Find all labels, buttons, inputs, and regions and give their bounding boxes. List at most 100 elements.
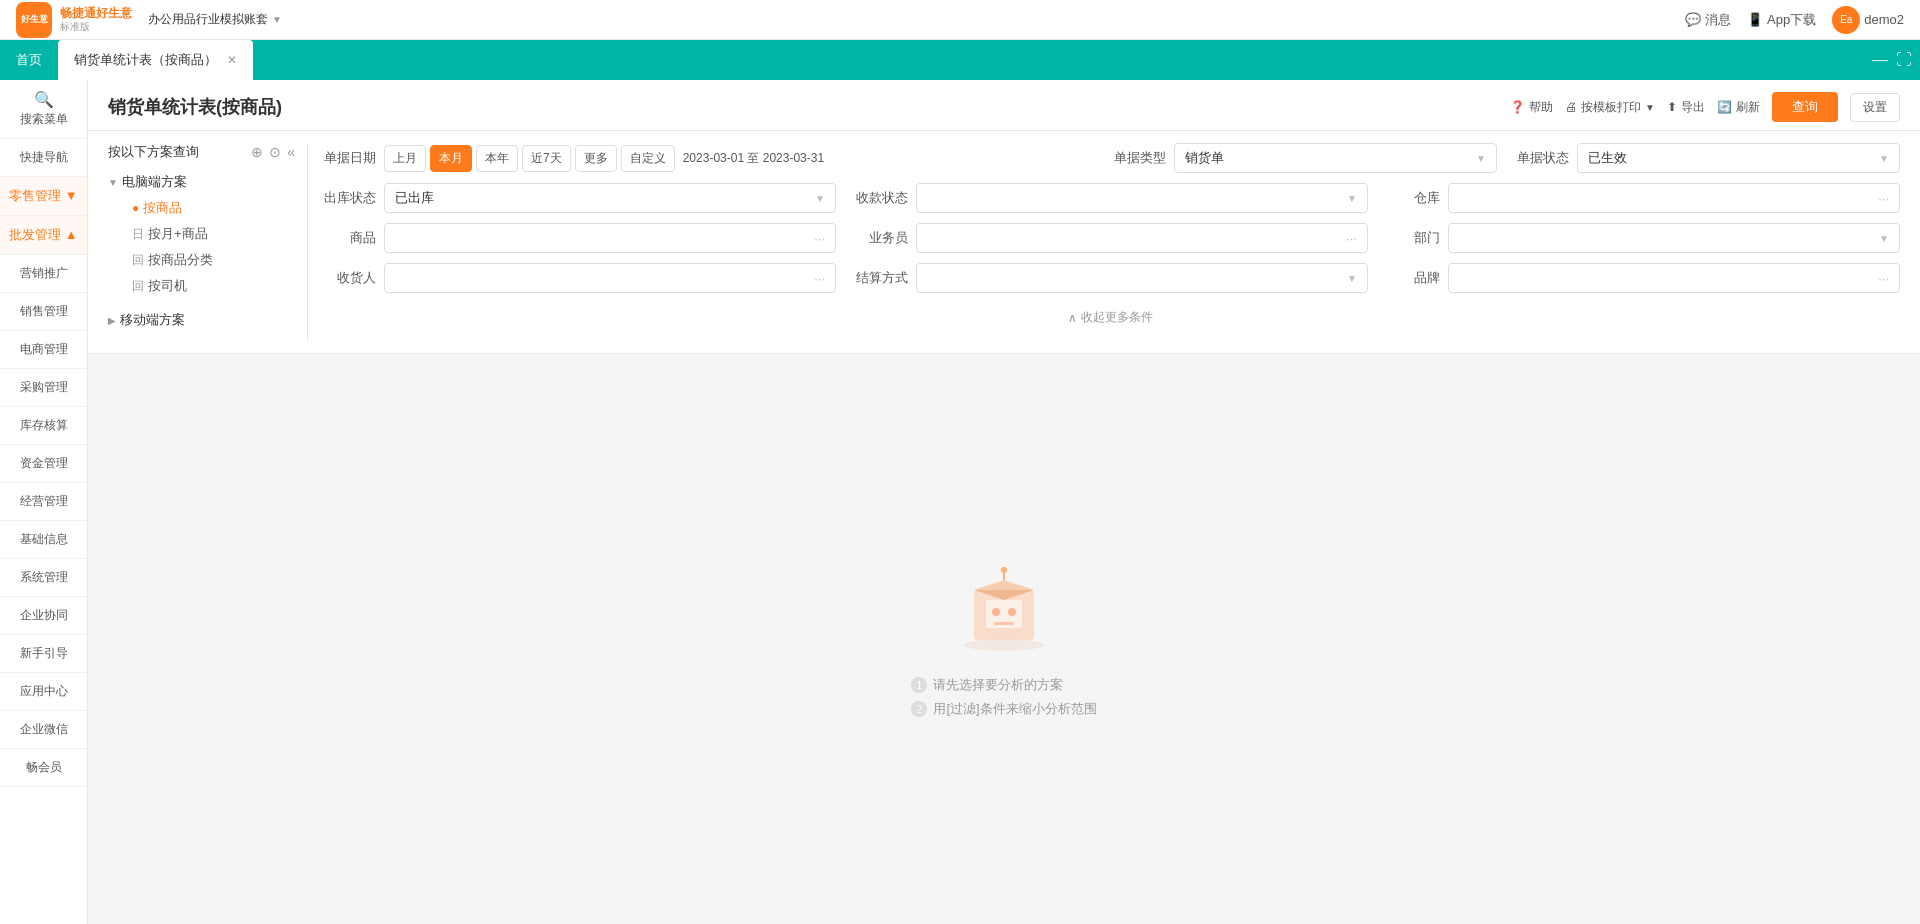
tab-sales-report[interactable]: 销货单统计表（按商品） ✕ xyxy=(58,40,253,80)
empty-state: 1 请先选择要分析的方案 2 用[过滤]条件来缩小分析范围 xyxy=(911,560,1096,718)
filter-settlement-input[interactable]: ▼ xyxy=(916,263,1368,293)
filter-department-input[interactable]: ▼ xyxy=(1448,223,1900,253)
tab-close-icon[interactable]: ✕ xyxy=(227,53,237,67)
scheme-item-by-month-product[interactable]: 日 按月+商品 xyxy=(108,221,295,247)
sidebar-item-search[interactable]: 🔍 搜索菜单 xyxy=(0,80,87,139)
date-btn-this-month[interactable]: 本月 xyxy=(430,145,472,172)
sidebar-item-basics[interactable]: 基础信息 xyxy=(0,521,87,559)
chevron-down-icon: ▼ xyxy=(1476,153,1486,164)
refresh-btn[interactable]: 🔄 刷新 xyxy=(1717,99,1760,116)
app-download-btn[interactable]: 📱 App下载 xyxy=(1747,11,1816,29)
scheme-pc-header[interactable]: ▼ 电脑端方案 xyxy=(108,169,295,195)
filter-item-out-status: 出库状态 已出库 ▼ xyxy=(320,183,836,213)
tab-minimize-icon[interactable]: — xyxy=(1872,51,1888,69)
scheme-item-by-product[interactable]: ● 按商品 xyxy=(108,195,295,221)
sidebar-item-member[interactable]: 畅会员 xyxy=(0,749,87,787)
sidebar-item-wholesale[interactable]: 批发管理 ▲ xyxy=(0,216,87,255)
template-print-btn[interactable]: 🖨 按模板打印 ▼ xyxy=(1565,99,1655,116)
filter-payment-status-input[interactable]: ▼ xyxy=(916,183,1368,213)
filter-item-salesperson: 业务员 ··· xyxy=(852,223,1368,253)
filter-recipient-input[interactable]: ··· xyxy=(384,263,836,293)
filter-doc-type-input[interactable]: 销货单 ▼ xyxy=(1174,143,1497,173)
sidebar-item-sales-mgmt[interactable]: 销售管理 xyxy=(0,293,87,331)
chevron-down-icon3: ▼ xyxy=(815,193,825,204)
filter-row-2: 出库状态 已出库 ▼ 收款状态 ▼ xyxy=(320,183,1900,213)
chevron-down-icon: ▼ xyxy=(1645,102,1655,113)
scheme-collapse-icon[interactable]: « xyxy=(287,144,295,160)
svg-rect-5 xyxy=(994,622,1014,625)
dots-icon2: ··· xyxy=(814,231,825,246)
sidebar: 🔍 搜索菜单 快捷导航 零售管理 ▼ 批发管理 ▲ 营销推广 销售管理 电商管理… xyxy=(0,80,88,924)
filter-doc-status-input[interactable]: 已生效 ▼ xyxy=(1577,143,1900,173)
page-actions: ❓ 帮助 🖨 按模板打印 ▼ ⬆ 导出 🔄 刷新 查询 设置 xyxy=(1510,92,1900,122)
date-btn-this-year[interactable]: 本年 xyxy=(476,145,518,172)
arrow-right-icon: ▶ xyxy=(108,315,116,326)
filter-out-status-input[interactable]: 已出库 ▼ xyxy=(384,183,836,213)
export-btn[interactable]: ⬆ 导出 xyxy=(1667,99,1705,116)
sidebar-item-quick-nav[interactable]: 快捷导航 xyxy=(0,139,87,177)
filter-collapse-btn[interactable]: ∧ 收起更多条件 xyxy=(320,303,1900,332)
help-icon: ❓ xyxy=(1510,100,1525,114)
sidebar-item-app-center[interactable]: 应用中心 xyxy=(0,673,87,711)
filter-item-payment-status: 收款状态 ▼ xyxy=(852,183,1368,213)
help-btn[interactable]: ❓ 帮助 xyxy=(1510,99,1553,116)
app-logo: 好生意 xyxy=(16,2,52,38)
tab-bar-actions: — ⛶ xyxy=(1872,51,1920,69)
tab-bar: 首页 销货单统计表（按商品） ✕ — ⛶ xyxy=(0,40,1920,80)
filter-brand-input[interactable]: ··· xyxy=(1448,263,1900,293)
sidebar-item-finance[interactable]: 资金管理 xyxy=(0,445,87,483)
sidebar-item-guide[interactable]: 新手引导 xyxy=(0,635,87,673)
date-btn-7days[interactable]: 近7天 xyxy=(522,145,571,172)
svg-point-0 xyxy=(964,639,1044,651)
scheme-settings-icon[interactable]: ⊙ xyxy=(269,144,281,160)
industry-selector[interactable]: 办公用品行业模拟账套 ▼ xyxy=(148,11,282,28)
export-icon: ⬆ xyxy=(1667,100,1677,114)
svg-point-3 xyxy=(992,608,1000,616)
filter-item-warehouse: 仓库 ··· xyxy=(1384,183,1900,213)
scheme-item-icon2: 日 xyxy=(132,226,144,243)
scheme-item-by-cashier[interactable]: 回 按司机 xyxy=(108,273,295,299)
chevron-down-icon2: ▼ xyxy=(1879,153,1889,164)
query-button[interactable]: 查询 xyxy=(1772,92,1838,122)
date-btn-custom[interactable]: 自定义 xyxy=(621,145,675,172)
empty-illustration xyxy=(944,560,1064,660)
messages-btn[interactable]: 💬 消息 xyxy=(1685,11,1731,29)
top-bar: 好生意 畅捷通好生意 标准版 办公用品行业模拟账套 ▼ 💬 消息 📱 App下载… xyxy=(0,0,1920,40)
user-profile[interactable]: Ea demo2 xyxy=(1832,6,1904,34)
arrow-down-icon: ▼ xyxy=(108,177,118,188)
date-btn-last-month[interactable]: 上月 xyxy=(384,145,426,172)
filter-salesperson-input[interactable]: ··· xyxy=(916,223,1368,253)
sidebar-item-system[interactable]: 系统管理 xyxy=(0,559,87,597)
settings-button[interactable]: 设置 xyxy=(1850,93,1900,122)
scheme-item-by-category[interactable]: 回 按商品分类 xyxy=(108,247,295,273)
chevron-up-icon: ∧ xyxy=(1068,311,1077,325)
filter-item-department: 部门 ▼ xyxy=(1384,223,1900,253)
sidebar-item-ecommerce[interactable]: 电商管理 xyxy=(0,331,87,369)
scheme-add-icon[interactable]: ⊕ xyxy=(251,144,263,160)
page-title: 销货单统计表(按商品) xyxy=(108,95,282,119)
chevron-down-icon6: ▼ xyxy=(1347,273,1357,284)
search-icon: 🔍 xyxy=(4,90,83,109)
scheme-panel: 按以下方案查询 ⊕ ⊙ « ▼ 电脑端方案 xyxy=(108,143,308,341)
svg-point-7 xyxy=(1001,567,1007,573)
sidebar-item-enterprise[interactable]: 企业协同 xyxy=(0,597,87,635)
main-layout: 🔍 搜索菜单 快捷导航 零售管理 ▼ 批发管理 ▲ 营销推广 销售管理 电商管理… xyxy=(0,80,1920,924)
filter-item-doc-type: 单据类型 销货单 ▼ xyxy=(1110,143,1497,173)
scheme-mobile-header[interactable]: ▶ 移动端方案 xyxy=(108,307,295,333)
filter-product-input[interactable]: ··· xyxy=(384,223,836,253)
scheme-item-icon: ● xyxy=(132,201,139,215)
tab-expand-icon[interactable]: ⛶ xyxy=(1896,51,1912,69)
filter-area: 按以下方案查询 ⊕ ⊙ « ▼ 电脑端方案 xyxy=(88,131,1920,354)
filter-item-product: 商品 ··· xyxy=(320,223,836,253)
filter-warehouse-input[interactable]: ··· xyxy=(1448,183,1900,213)
date-btn-more[interactable]: 更多 xyxy=(575,145,617,172)
sidebar-item-inventory[interactable]: 库存核算 xyxy=(0,407,87,445)
scheme-section-mobile: ▶ 移动端方案 xyxy=(108,307,295,333)
sidebar-item-marketing[interactable]: 营销推广 xyxy=(0,255,87,293)
sidebar-item-operations[interactable]: 经营管理 xyxy=(0,483,87,521)
empty-hint-1: 1 请先选择要分析的方案 xyxy=(911,676,1096,694)
sidebar-item-procurement[interactable]: 采购管理 xyxy=(0,369,87,407)
tab-home[interactable]: 首页 xyxy=(0,40,58,80)
sidebar-item-wechat[interactable]: 企业微信 xyxy=(0,711,87,749)
sidebar-item-retail[interactable]: 零售管理 ▼ xyxy=(0,177,87,216)
